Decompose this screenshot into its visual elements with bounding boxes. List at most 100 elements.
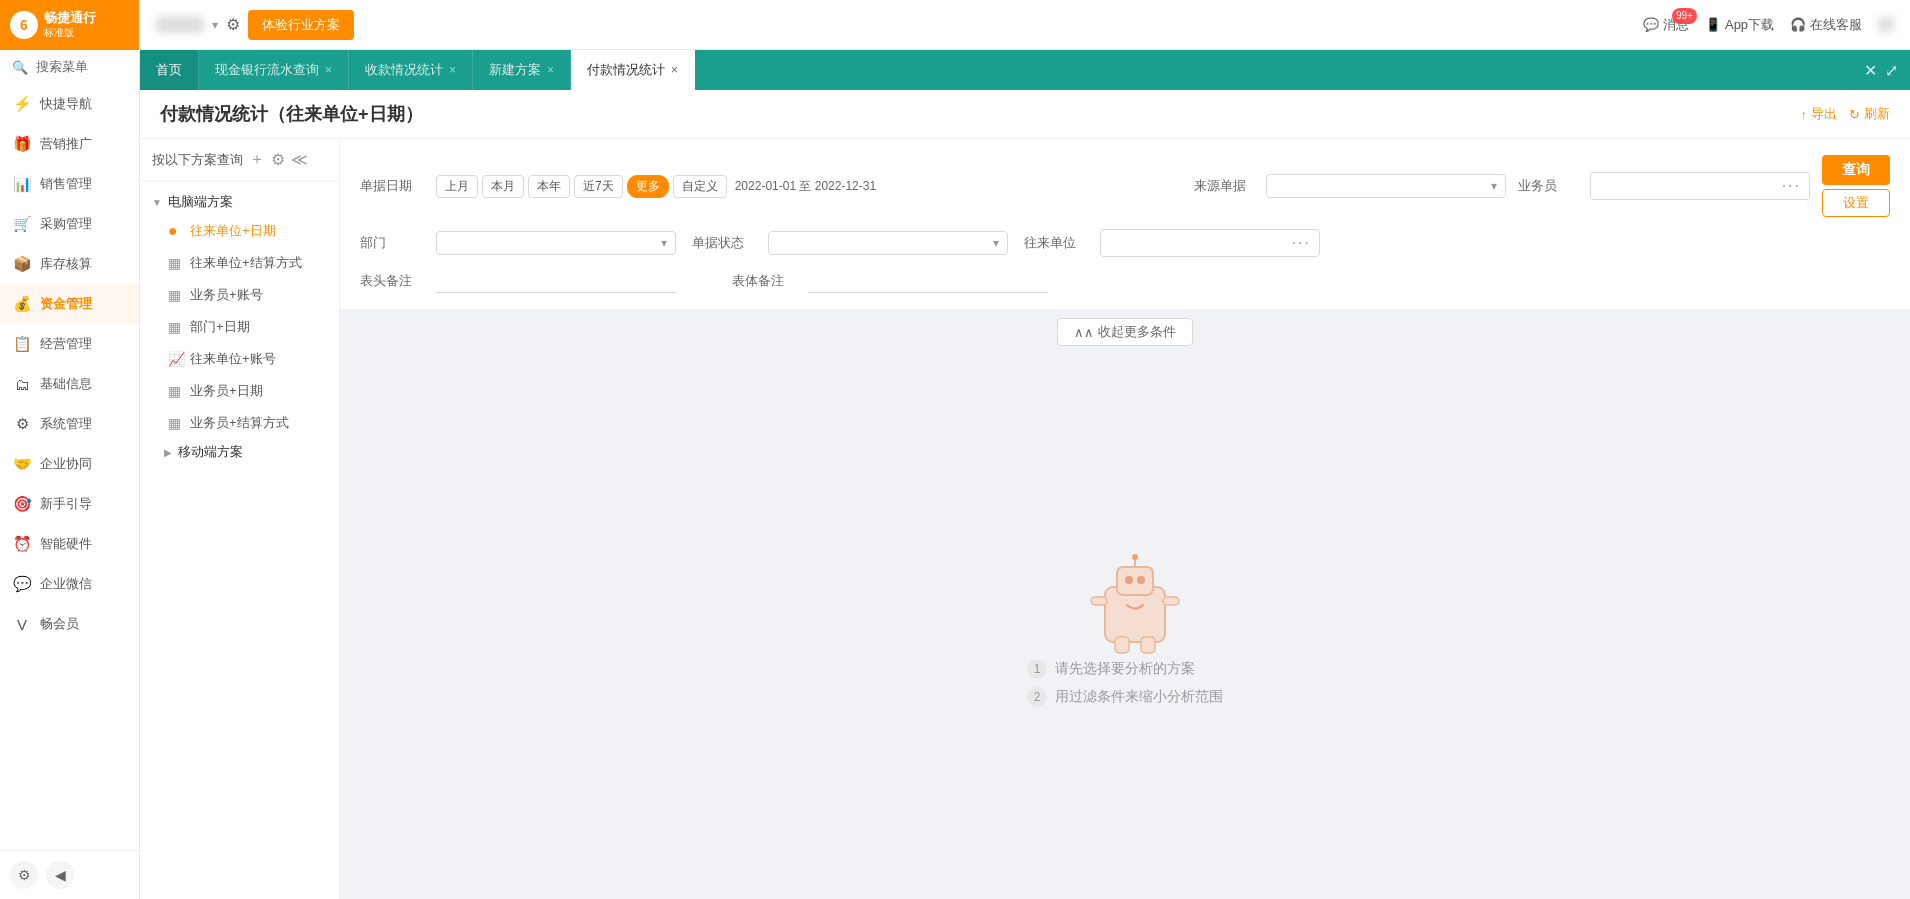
scheme-item-partner-date[interactable]: ● 往来单位+日期 bbox=[140, 215, 339, 247]
sidebar-item-enterprise[interactable]: 🤝 企业协同 bbox=[0, 444, 139, 484]
sidebar-item-hardware[interactable]: ⏰ 智能硬件 bbox=[0, 524, 139, 564]
sidebar-item-system[interactable]: ⚙ 系统管理 bbox=[0, 404, 139, 444]
filter-settings-button[interactable]: 设置 bbox=[1822, 189, 1890, 217]
partner-filter-label: 往来单位 bbox=[1024, 234, 1084, 252]
sidebar-item-quicknav[interactable]: ⚡ 快捷导航 bbox=[0, 84, 139, 124]
quicknav-icon: ⚡ bbox=[12, 94, 32, 114]
desktop-group-label: 电脑端方案 bbox=[168, 193, 233, 211]
dept-select-arrow-icon: ▾ bbox=[661, 236, 667, 250]
system-icon: ⚙ bbox=[12, 414, 32, 434]
date-btn-7days[interactable]: 近7天 bbox=[574, 175, 623, 198]
topbar-gear-icon[interactable]: ⚙ bbox=[226, 15, 240, 34]
sidebar-item-purchase[interactable]: 🛒 采购管理 bbox=[0, 204, 139, 244]
sidebar-item-marketing[interactable]: 🎁 营销推广 bbox=[0, 124, 139, 164]
sidebar-item-inventory-label: 库存核算 bbox=[40, 255, 92, 273]
tab-cashflow[interactable]: 现金银行流水查询 × bbox=[199, 50, 349, 90]
sidebar-item-sales[interactable]: 📊 销售管理 bbox=[0, 164, 139, 204]
tab-payments-close[interactable]: × bbox=[671, 63, 678, 77]
scheme-item-salesperson-settle[interactable]: ▦ 业务员+结算方式 bbox=[140, 407, 339, 439]
scheme-active-icon: ● bbox=[168, 222, 184, 240]
scheme-item-partner-settle[interactable]: ▦ 往来单位+结算方式 bbox=[140, 247, 339, 279]
sidebar-item-basicinfo[interactable]: 🗂 基础信息 bbox=[0, 364, 139, 404]
export-label: 导出 bbox=[1811, 105, 1837, 123]
dept-filter-label: 部门 bbox=[360, 234, 420, 252]
desktop-scheme-group: ▼ 电脑端方案 ● 往来单位+日期 ▦ 往来单位+结算方式 ▦ 业务员+账号 bbox=[140, 181, 339, 473]
tab-newscheme[interactable]: 新建方案 × bbox=[473, 50, 571, 90]
date-btn-more[interactable]: 更多 bbox=[627, 175, 669, 198]
date-btn-lastmonth[interactable]: 上月 bbox=[436, 175, 478, 198]
app-download-button[interactable]: 📱 App下载 bbox=[1705, 16, 1774, 34]
settings-button[interactable]: ⚙ bbox=[10, 861, 38, 889]
online-service-button[interactable]: 🎧 在线客服 bbox=[1790, 16, 1862, 34]
query-button[interactable]: 查询 bbox=[1822, 155, 1890, 185]
scheme-item-partner-date-label: 往来单位+日期 bbox=[190, 222, 276, 240]
collapse-sidebar-button[interactable]: ◀ bbox=[46, 861, 74, 889]
mobile-group-arrow-icon: ▶ bbox=[164, 447, 172, 458]
sidebar-item-basicinfo-label: 基础信息 bbox=[40, 375, 92, 393]
scheme-settings-icon[interactable]: ⚙ bbox=[271, 150, 285, 169]
search-icon: 🔍 bbox=[12, 60, 28, 75]
empty-hint: 1 请先选择要分析的方案 2 用过滤条件来缩小分析范围 bbox=[1027, 547, 1223, 707]
sidebar-item-enterprise-label: 企业协同 bbox=[40, 455, 92, 473]
search-menu[interactable]: 🔍 搜索菜单 bbox=[0, 50, 139, 84]
note1-input[interactable] bbox=[436, 269, 676, 293]
salesperson-select[interactable]: ··· bbox=[1590, 172, 1810, 200]
inventory-icon: 📦 bbox=[12, 254, 32, 274]
scheme-panel-title: 按以下方案查询 bbox=[152, 151, 243, 169]
username-display[interactable]: Rit bbox=[1878, 17, 1894, 32]
scheme-collapse-icon[interactable]: ≪ bbox=[291, 150, 308, 169]
filter-panel: 单据日期 上月 本月 本年 近7天 更多 自定义 2022-01-01 至 20… bbox=[340, 139, 1910, 310]
expand-tab-icon[interactable]: ⤢ bbox=[1885, 61, 1898, 80]
sidebar-item-guide-label: 新手引导 bbox=[40, 495, 92, 513]
sidebar-item-operations[interactable]: 📋 经营管理 bbox=[0, 324, 139, 364]
status-select[interactable]: ▾ bbox=[768, 231, 1008, 255]
date-btn-thisyear[interactable]: 本年 bbox=[528, 175, 570, 198]
date-btn-custom[interactable]: 自定义 bbox=[673, 175, 727, 198]
filter-scheme-area: 按以下方案查询 ＋ ⚙ ≪ ▼ 电脑端方案 ● 往来单位+日期 ▦ bbox=[140, 139, 1910, 899]
desktop-group-title[interactable]: ▼ 电脑端方案 bbox=[140, 189, 339, 215]
note2-input[interactable] bbox=[808, 269, 1048, 293]
sidebar-item-finance[interactable]: 💰 资金管理 bbox=[0, 284, 139, 324]
hint-text-1: 请先选择要分析的方案 bbox=[1055, 660, 1195, 678]
mobile-group-title[interactable]: ▶ 移动端方案 bbox=[152, 439, 339, 465]
right-panel: 单据日期 上月 本月 本年 近7天 更多 自定义 2022-01-01 至 20… bbox=[340, 139, 1910, 899]
message-badge: 99+ bbox=[1672, 8, 1697, 24]
trial-button[interactable]: 体验行业方案 bbox=[248, 10, 354, 40]
tab-receipts[interactable]: 收款情况统计 × bbox=[349, 50, 473, 90]
message-button[interactable]: 💬 消息 99+ bbox=[1643, 16, 1689, 34]
collapse-conditions-button[interactable]: ∧∧ 收起更多条件 bbox=[1057, 318, 1193, 346]
sidebar-item-guide[interactable]: 🎯 新手引导 bbox=[0, 484, 139, 524]
sidebar-item-vip[interactable]: V 畅会员 bbox=[0, 604, 139, 644]
scheme-item-salesperson-date[interactable]: ▦ 业务员+日期 bbox=[140, 375, 339, 407]
partner-select[interactable]: ··· bbox=[1100, 229, 1320, 257]
close-all-tabs-icon[interactable]: ✕ bbox=[1864, 61, 1877, 80]
salesperson-dots-icon[interactable]: ··· bbox=[1782, 177, 1801, 195]
scheme-item-salesperson-account-label: 业务员+账号 bbox=[190, 286, 263, 304]
dept-select[interactable]: ▾ bbox=[436, 231, 676, 255]
salesperson-filter-label: 业务员 bbox=[1518, 177, 1578, 195]
refresh-button[interactable]: ↻ 刷新 bbox=[1849, 105, 1890, 123]
scheme-item-dept-date[interactable]: ▦ 部门+日期 bbox=[140, 311, 339, 343]
export-button[interactable]: ↑ 导出 bbox=[1801, 105, 1838, 123]
date-range-display: 2022-01-01 至 2022-12-31 bbox=[735, 178, 876, 195]
tab-cashflow-close[interactable]: × bbox=[325, 63, 332, 77]
topbar-right: 💬 消息 99+ 📱 App下载 🎧 在线客服 Rit bbox=[1643, 16, 1894, 34]
sidebar-item-quicknav-label: 快捷导航 bbox=[40, 95, 92, 113]
sidebar-item-inventory[interactable]: 📦 库存核算 bbox=[0, 244, 139, 284]
tab-receipts-close[interactable]: × bbox=[449, 63, 456, 77]
scheme-item-salesperson-account[interactable]: ▦ 业务员+账号 bbox=[140, 279, 339, 311]
wechat-icon: 💬 bbox=[12, 574, 32, 594]
topbar-chevron-icon[interactable]: ▾ bbox=[212, 18, 218, 32]
date-btn-thismonth[interactable]: 本月 bbox=[482, 175, 524, 198]
scheme-item-partner-account[interactable]: 📈 往来单位+账号 bbox=[140, 343, 339, 375]
scheme-table-icon: ▦ bbox=[168, 255, 184, 271]
tab-payments[interactable]: 付款情况统计 × bbox=[571, 50, 695, 90]
add-scheme-icon[interactable]: ＋ bbox=[249, 149, 265, 170]
sidebar-item-wechat[interactable]: 💬 企业微信 bbox=[0, 564, 139, 604]
tab-home[interactable]: 首页 bbox=[140, 50, 199, 90]
app-label: App下载 bbox=[1725, 16, 1774, 34]
source-select[interactable]: ▾ bbox=[1266, 174, 1506, 198]
tab-newscheme-close[interactable]: × bbox=[547, 63, 554, 77]
svg-rect-9 bbox=[1141, 637, 1155, 653]
partner-dots-icon[interactable]: ··· bbox=[1292, 234, 1311, 252]
